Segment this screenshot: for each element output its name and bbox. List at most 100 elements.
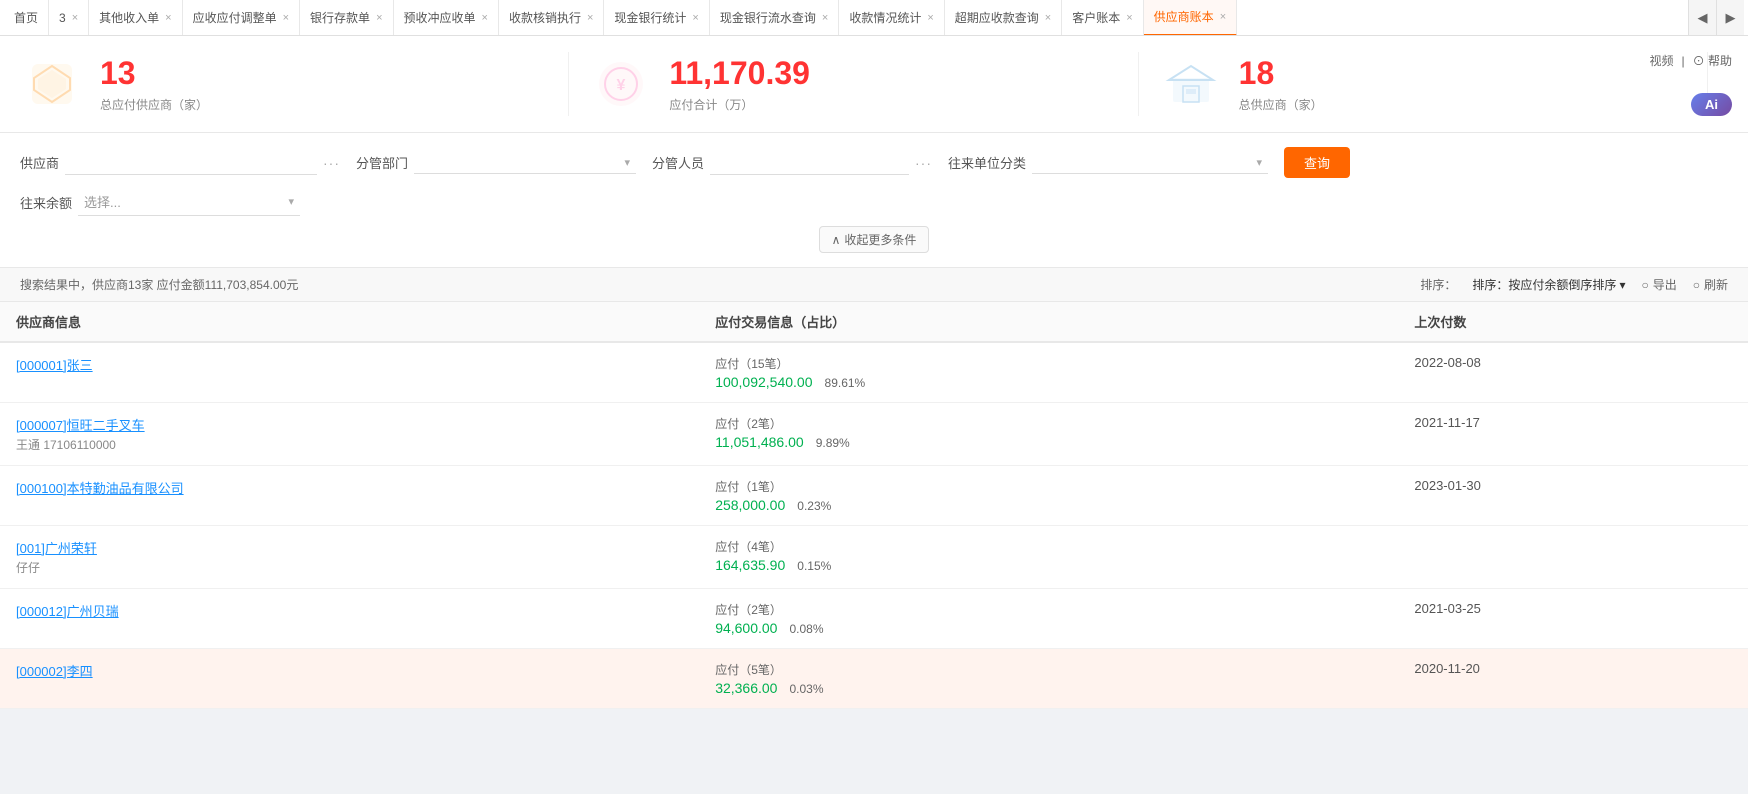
tx-info-cell: 应付（4笔）164,635.900.15% bbox=[699, 526, 1398, 589]
supplier-link[interactable]: [000007]恒旺二手叉车 bbox=[16, 418, 145, 433]
sort-select[interactable]: 排序：按应付余额倒序排序 ▾ bbox=[1472, 276, 1625, 293]
nav-tab-other-income[interactable]: 其他收入单 × bbox=[89, 0, 182, 36]
nav-tab-supplier-ledger[interactable]: 供应商账本 × bbox=[1144, 0, 1237, 36]
last-payment-cell: 2022-08-08 bbox=[1398, 342, 1748, 403]
last-payment-cell: 2023-01-30 bbox=[1398, 466, 1748, 526]
video-link[interactable]: 视频 bbox=[1650, 52, 1674, 69]
tx-amount: 100,092,540.00 bbox=[715, 374, 812, 390]
supplier-info-cell: [000012]广州贝瑞 bbox=[0, 589, 699, 649]
nav-tab-label: 现金银行统计 bbox=[614, 9, 686, 26]
dept-label: 分管部门 bbox=[356, 153, 408, 172]
close-tab-btn[interactable]: × bbox=[927, 12, 933, 24]
table-row: [000012]广州贝瑞应付（2笔）94,600.000.08%2021-03-… bbox=[0, 589, 1748, 649]
person-input[interactable] bbox=[710, 151, 909, 175]
category-select[interactable]: ▾ bbox=[1032, 152, 1268, 174]
balance-select[interactable]: 选择... ▾ bbox=[78, 188, 300, 216]
nav-arrows: ◀ ▶ bbox=[1688, 0, 1744, 36]
more-options-icon[interactable]: ··· bbox=[323, 155, 340, 171]
supplier-info-cell: [000002]李四 bbox=[0, 649, 699, 709]
person-label: 分管人员 bbox=[652, 153, 704, 172]
tx-info-cell: 应付（15笔） 100,092,540.00 89.61% bbox=[699, 342, 1398, 403]
close-tab-btn[interactable]: × bbox=[482, 12, 488, 24]
nav-tab-home[interactable]: 首页 bbox=[4, 0, 49, 36]
close-tab-btn[interactable]: × bbox=[1220, 11, 1226, 23]
col-supplier-info: 供应商信息 bbox=[0, 302, 699, 342]
ai-button[interactable]: Ai bbox=[1691, 93, 1732, 116]
close-tab-btn[interactable]: × bbox=[376, 12, 382, 24]
tx-label: 应付（15笔） bbox=[715, 355, 1382, 372]
table-row: [000007]恒旺二手叉车王通 17106110000应付（2笔）11,051… bbox=[0, 403, 1748, 466]
nav-tab-prepaid-offset[interactable]: 预收冲应收单 × bbox=[394, 0, 499, 36]
close-tab-btn[interactable]: × bbox=[1126, 12, 1132, 24]
refresh-link[interactable]: ○ 刷新 bbox=[1693, 276, 1728, 293]
close-tab-btn[interactable]: × bbox=[822, 12, 828, 24]
nav-tab-label: 现金银行流水查询 bbox=[720, 9, 816, 26]
table-container: 供应商信息 应付交易信息（占比） 上次付数 [000001]张三 应付（15笔） 1… bbox=[0, 302, 1748, 709]
nav-tab-cash-bank-stat[interactable]: 现金银行统计 × bbox=[604, 0, 709, 36]
nav-tab-customer-ledger[interactable]: 客户账本 × bbox=[1062, 0, 1143, 36]
balance-label: 往来余额 bbox=[20, 193, 72, 212]
stat-content-suppliers: 13 总应付供应商（家） bbox=[100, 55, 208, 113]
result-actions: 排序： 排序：按应付余额倒序排序 ▾ ○ 导出 ○ 刷新 bbox=[1420, 276, 1728, 293]
nav-tab-receipt-stat[interactable]: 收款情况统计 × bbox=[839, 0, 944, 36]
nav-tab-bank-deposit[interactable]: 银行存款单 × bbox=[300, 0, 393, 36]
supplier-input[interactable] bbox=[65, 151, 317, 175]
collapse-btn[interactable]: ∧ 收起更多条件 bbox=[819, 226, 930, 253]
chevron-up-icon: ∧ bbox=[832, 233, 841, 247]
nav-tab-label: 其他收入单 bbox=[99, 9, 159, 26]
filter-row-1: 供应商 ··· 分管部门 ▾ 分管人员 ··· 往来单位分类 ▾ 查询 bbox=[20, 147, 1728, 178]
close-tab-btn[interactable]: × bbox=[72, 12, 78, 24]
nav-tab-receipt-verify[interactable]: 收款核销执行 × bbox=[499, 0, 604, 36]
nav-tab-cash-flow[interactable]: 现金银行流水查询 × bbox=[710, 0, 839, 36]
balance-select-value: 选择... bbox=[84, 192, 121, 211]
supplier-table: 供应商信息 应付交易信息（占比） 上次付数 [000001]张三 应付（15笔） 1… bbox=[0, 302, 1748, 709]
nav-tab-label: 预收冲应收单 bbox=[404, 9, 476, 26]
tx-amount: 11,051,486.00 bbox=[715, 434, 804, 450]
stat-number-total: 18 bbox=[1239, 55, 1323, 92]
chevron-down-icon: ▾ bbox=[1619, 278, 1625, 292]
search-button[interactable]: 查询 bbox=[1284, 147, 1350, 178]
nav-tab-3[interactable]: 3 × bbox=[49, 0, 89, 36]
stat-block-suppliers: 13 总应付供应商（家） bbox=[20, 52, 569, 116]
supplier-link[interactable]: [000002]李四 bbox=[16, 664, 93, 679]
svg-text:¥: ¥ bbox=[617, 77, 626, 94]
refresh-icon: ○ bbox=[1693, 278, 1700, 292]
person-more-icon[interactable]: ··· bbox=[915, 155, 932, 171]
dept-select[interactable]: ▾ bbox=[414, 152, 636, 174]
stat-content-total: 18 总供应商（家） bbox=[1239, 55, 1323, 113]
nav-tab-label: 首页 bbox=[14, 9, 38, 26]
table-row: [000001]张三 应付（15笔） 100,092,540.00 89.61% 202… bbox=[0, 342, 1748, 403]
export-link[interactable]: ○ 导出 bbox=[1641, 276, 1676, 293]
nav-tab-label: 超期应收款查询 bbox=[955, 9, 1039, 26]
supplier-link[interactable]: [000012]广州贝瑞 bbox=[16, 604, 119, 619]
diamond-icon bbox=[20, 52, 84, 116]
filter-item-supplier: 供应商 ··· bbox=[20, 151, 340, 175]
close-tab-btn[interactable]: × bbox=[692, 12, 698, 24]
nav-tab-overdue-query[interactable]: 超期应收款查询 × bbox=[945, 0, 1062, 36]
col-tx-info: 应付交易信息（占比） bbox=[699, 302, 1398, 342]
tx-percent: 89.61% bbox=[825, 376, 866, 390]
stat-label-suppliers: 总应付供应商（家） bbox=[100, 96, 208, 113]
filter-item-balance: 往来余额 选择... ▾ bbox=[20, 188, 300, 216]
stat-content-amount: 11,170.39 应付合计（万） bbox=[669, 55, 810, 113]
tx-label: 应付（5笔） bbox=[715, 661, 1382, 678]
close-tab-btn[interactable]: × bbox=[165, 12, 171, 24]
last-payment-cell: 2021-11-17 bbox=[1398, 403, 1748, 466]
supplier-link[interactable]: [000001]张三 bbox=[16, 358, 93, 373]
supplier-link[interactable]: [000100]本特勤油品有限公司 bbox=[16, 481, 184, 496]
nav-tab-ar-ap-adjust[interactable]: 应收应付调整单 × bbox=[183, 0, 300, 36]
table-header: 供应商信息 应付交易信息（占比） 上次付数 bbox=[0, 302, 1748, 342]
stat-block-amount: ¥ 11,170.39 应付合计（万） bbox=[589, 52, 1138, 116]
supplier-info-cell: [000100]本特勤油品有限公司 bbox=[0, 466, 699, 526]
close-tab-btn[interactable]: × bbox=[283, 12, 289, 24]
close-tab-btn[interactable]: × bbox=[587, 12, 593, 24]
table-row: [000100]本特勤油品有限公司应付（1笔）258,000.000.23%20… bbox=[0, 466, 1748, 526]
nav-tab-label: 收款核销执行 bbox=[509, 9, 581, 26]
nav-prev-arrow[interactable]: ◀ bbox=[1688, 0, 1716, 36]
supplier-link[interactable]: [001]广州荣轩 bbox=[16, 541, 97, 556]
nav-next-arrow[interactable]: ▶ bbox=[1716, 0, 1744, 36]
tx-label: 应付（1笔） bbox=[715, 478, 1382, 495]
close-tab-btn[interactable]: × bbox=[1045, 12, 1051, 24]
help-link[interactable]: ⊙ 帮助 bbox=[1693, 52, 1732, 69]
filter-item-dept: 分管部门 ▾ bbox=[356, 152, 636, 174]
